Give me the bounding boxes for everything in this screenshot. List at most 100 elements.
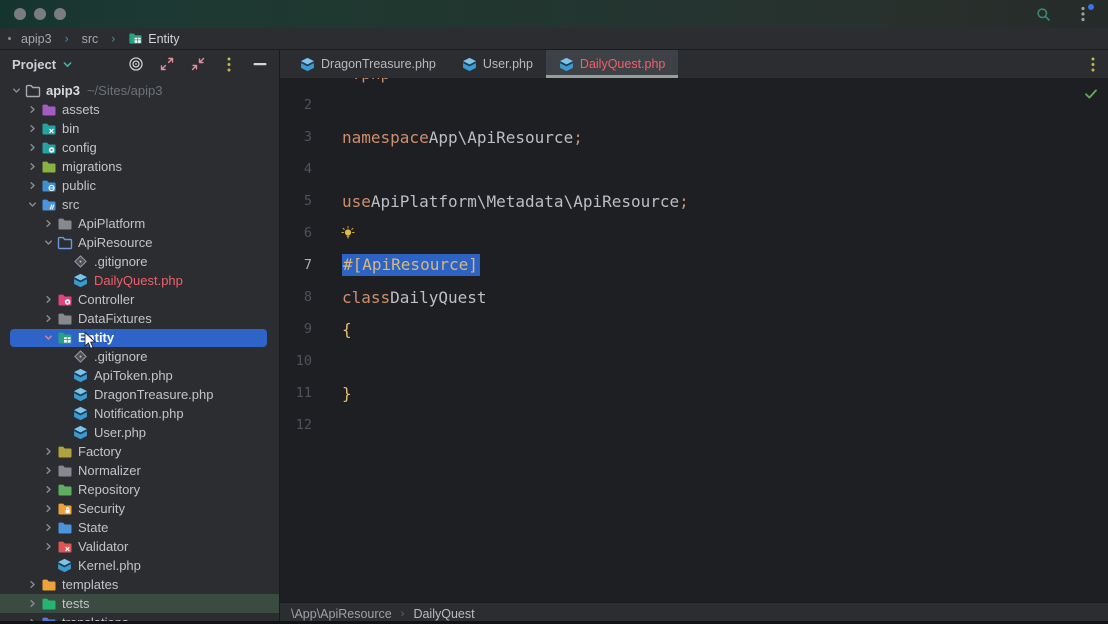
tree-item-entity[interactable]: Entity	[0, 328, 279, 347]
editor-breadcrumb-item-app-apiresource[interactable]: \App\ApiResource	[291, 607, 392, 621]
editor-tabs-options-icon[interactable]	[1091, 50, 1108, 78]
minimize-window-button[interactable]	[34, 8, 46, 20]
tree-item-state[interactable]: State	[0, 518, 279, 537]
tree-item-apiplatform[interactable]: ApiPlatform	[0, 214, 279, 233]
tree-item-datafixtures[interactable]: DataFixtures	[0, 309, 279, 328]
chevron-right-icon[interactable]	[24, 579, 40, 590]
code-line-5[interactable]: 5 use ApiPlatform\Metadata\ApiResource;	[280, 185, 1108, 217]
chevron-right-icon[interactable]	[24, 104, 40, 115]
chevron-right-icon[interactable]	[24, 142, 40, 153]
inspections-ok-icon[interactable]	[1084, 85, 1098, 104]
chevron-right-icon[interactable]	[40, 503, 56, 514]
intention-bulb-icon[interactable]	[341, 225, 355, 241]
tree-item-normalizer[interactable]: Normalizer	[0, 461, 279, 480]
line-number[interactable]: 3	[280, 129, 312, 145]
collapse-all-icon[interactable]	[189, 55, 207, 73]
chevron-right-icon[interactable]	[40, 484, 56, 495]
hide-panel-icon[interactable]	[251, 55, 269, 73]
tree-item-apip3[interactable]: apip3 ~/Sites/apip3	[0, 81, 279, 100]
tree-item-apiresource[interactable]: ApiResource	[0, 233, 279, 252]
tree-item-config[interactable]: config	[0, 138, 279, 157]
chevron-right-icon[interactable]	[24, 180, 40, 191]
code-text	[341, 225, 361, 241]
chevron-down-icon[interactable]	[24, 199, 40, 210]
code-editor[interactable]: 1 <?php 2 3 namespace App\ApiResource; 4 5 use …	[280, 78, 1108, 602]
chevron-right-icon[interactable]	[24, 161, 40, 172]
line-number[interactable]: 12	[280, 417, 312, 433]
line-number[interactable]: 4	[280, 161, 312, 177]
line-number[interactable]: 10	[280, 353, 312, 369]
tree-item-notification-php[interactable]: Notification.php	[0, 404, 279, 423]
main-menu-kebab-icon[interactable]	[1074, 4, 1094, 23]
line-number[interactable]: 8	[280, 289, 312, 305]
chevron-right-icon[interactable]	[40, 218, 56, 229]
more-options-icon[interactable]	[220, 55, 238, 73]
breadcrumb-item-src[interactable]: src	[82, 32, 99, 46]
code-line-1[interactable]: 1 <?php	[280, 78, 1108, 89]
code-line-8[interactable]: 8 class DailyQuest	[280, 281, 1108, 313]
tree-item-tests[interactable]: tests	[0, 594, 279, 613]
tree-item-assets[interactable]: assets	[0, 100, 279, 119]
chevron-right-icon[interactable]	[24, 598, 40, 609]
chevron-right-icon[interactable]	[40, 446, 56, 457]
notification-badge	[1088, 4, 1094, 10]
tree-item-repository[interactable]: Repository	[0, 480, 279, 499]
tree-item-gitignore[interactable]: .gitignore	[0, 252, 279, 271]
close-window-button[interactable]	[14, 8, 26, 20]
tree-item-label: assets	[62, 102, 100, 117]
expand-all-icon[interactable]	[158, 55, 176, 73]
tree-item-migrations[interactable]: migrations	[0, 157, 279, 176]
code-line-10[interactable]: 10	[280, 345, 1108, 377]
search-everywhere-icon[interactable]	[1034, 5, 1052, 23]
chevron-right-icon[interactable]	[40, 522, 56, 533]
tree-item-validator[interactable]: Validator	[0, 537, 279, 556]
tree-item-controller[interactable]: Controller	[0, 290, 279, 309]
chevron-right-icon[interactable]	[40, 294, 56, 305]
tree-item-factory[interactable]: Factory	[0, 442, 279, 461]
chevron-down-icon[interactable]	[40, 332, 56, 343]
project-panel-title[interactable]: Project	[12, 57, 56, 72]
chevron-right-icon[interactable]	[40, 465, 56, 476]
tree-item-src[interactable]: src	[0, 195, 279, 214]
line-number[interactable]: 6	[280, 225, 312, 241]
tree-item-gitignore[interactable]: .gitignore	[0, 347, 279, 366]
zoom-window-button[interactable]	[54, 8, 66, 20]
line-number[interactable]: 5	[280, 193, 312, 209]
tab-label: DailyQuest.php	[579, 57, 666, 71]
tree-item-bin[interactable]: bin	[0, 119, 279, 138]
breadcrumb-item-entity[interactable]: Entity	[128, 31, 180, 46]
tab-dragontreasure-php[interactable]: DragonTreasure.php	[287, 50, 449, 78]
code-line-2[interactable]: 2	[280, 89, 1108, 121]
chevron-right-icon[interactable]	[40, 313, 56, 324]
tree-item-public[interactable]: public	[0, 176, 279, 195]
code-line-11[interactable]: 11}	[280, 377, 1108, 409]
line-number[interactable]: 1	[280, 78, 312, 81]
code-line-4[interactable]: 4	[280, 153, 1108, 185]
select-opened-file-icon[interactable]	[127, 55, 145, 73]
line-number[interactable]: 11	[280, 385, 312, 401]
breadcrumb-item-apip3[interactable]: apip3	[21, 32, 52, 46]
editor-breadcrumb-item-dailyquest[interactable]: DailyQuest	[413, 607, 474, 621]
tree-item-apitoken-php[interactable]: ApiToken.php	[0, 366, 279, 385]
tab-user-php[interactable]: User.php	[449, 50, 546, 78]
tab-dailyquest-php[interactable]: DailyQuest.php	[545, 50, 679, 78]
chevron-right-icon[interactable]	[40, 541, 56, 552]
chevron-right-icon[interactable]	[24, 123, 40, 134]
tree-item-templates[interactable]: templates	[0, 575, 279, 594]
tree-item-user-php[interactable]: User.php	[0, 423, 279, 442]
line-number[interactable]: 2	[280, 97, 312, 113]
tree-item-dragontreasure-php[interactable]: DragonTreasure.php	[0, 385, 279, 404]
chevron-down-icon[interactable]	[8, 85, 24, 96]
line-number[interactable]: 7	[280, 257, 312, 273]
tree-item-security[interactable]: Security	[0, 499, 279, 518]
chevron-down-icon[interactable]	[62, 59, 73, 70]
tree-item-kernel-php[interactable]: Kernel.php	[0, 556, 279, 575]
chevron-down-icon[interactable]	[40, 237, 56, 248]
code-line-7[interactable]: 7 #[ApiResource]	[280, 249, 1108, 281]
code-line-6[interactable]: 6	[280, 217, 1108, 249]
tree-item-dailyquest-php[interactable]: DailyQuest.php	[0, 271, 279, 290]
line-number[interactable]: 9	[280, 321, 312, 337]
code-line-3[interactable]: 3 namespace App\ApiResource;	[280, 121, 1108, 153]
code-line-9[interactable]: 9{	[280, 313, 1108, 345]
code-line-12[interactable]: 12	[280, 409, 1108, 441]
